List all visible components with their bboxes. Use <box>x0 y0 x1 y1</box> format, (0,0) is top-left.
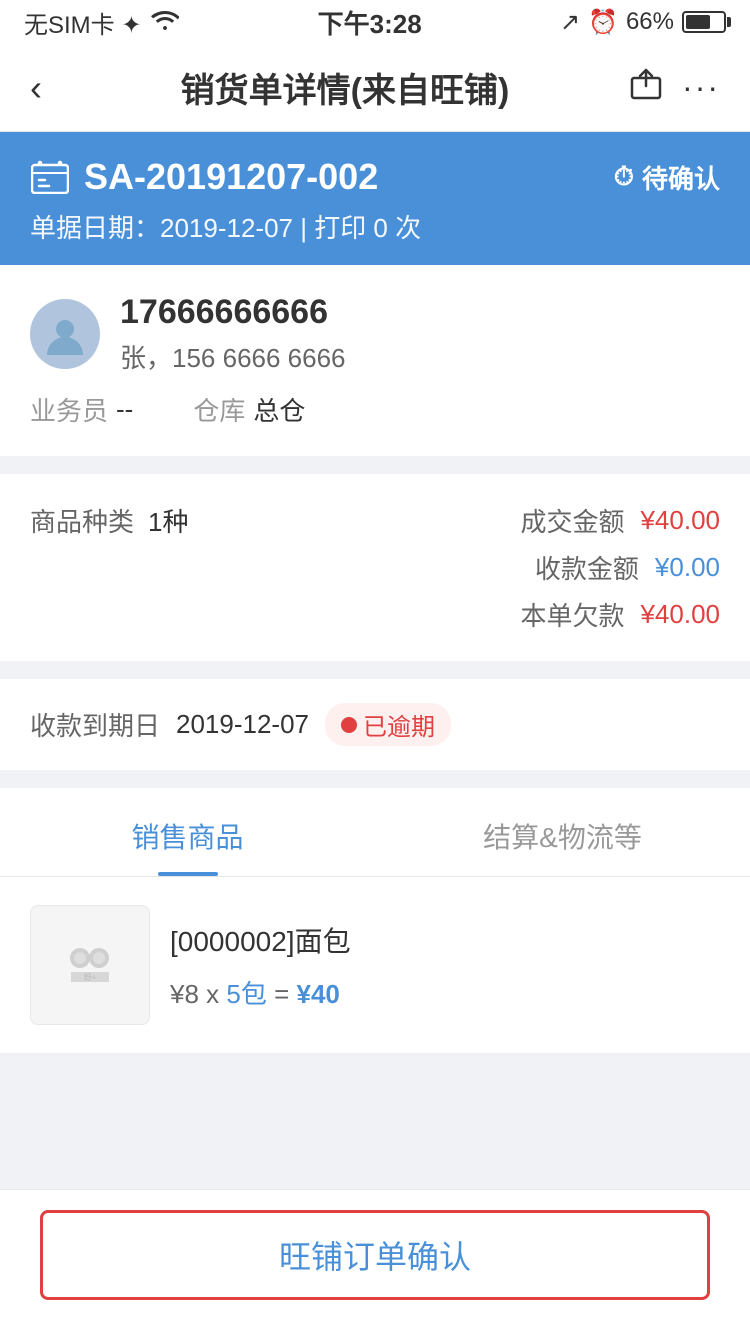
warehouse-label: 仓库 <box>193 391 245 428</box>
wifi-icon <box>151 8 179 37</box>
clock-icon: ⏱ <box>614 161 634 193</box>
owed-line: 本单欠款 ¥40.00 <box>520 596 720 633</box>
svg-text:野+: 野+ <box>84 973 97 982</box>
collection-line: 收款金额 ¥0.00 <box>535 549 720 586</box>
alarm-icon: ⏰ <box>588 8 618 37</box>
bottom-bar: 旺铺订单确认 <box>0 1189 750 1334</box>
salesperson-label: 业务员 <box>30 391 108 428</box>
collection-amount: ¥0.00 <box>655 552 720 583</box>
due-label: 收款到期日 <box>30 706 160 743</box>
order-icon <box>30 157 70 197</box>
transaction-label: 成交金额 <box>520 502 624 539</box>
meta-row: 业务员 -- 仓库 总仓 <box>30 391 720 428</box>
status-bar: 无SIM卡 ✦ 下午3:28 ↗ ⏰ 66% <box>0 0 750 44</box>
product-list: 野+ [0000002]面包 ¥8 x 5包 = ¥40 <box>0 877 750 1054</box>
product-types-label: 商品种类 <box>30 502 134 539</box>
transaction-line: 成交金额 ¥40.00 <box>520 502 720 539</box>
back-button[interactable]: ‹ <box>30 67 90 109</box>
sim-status: 无SIM卡 ✦ <box>24 5 141 40</box>
customer-name: 张，156 6666 6666 <box>120 338 720 375</box>
order-id-text: SA-20191207-002 <box>84 156 378 198</box>
battery-percent: 66% <box>626 8 674 36</box>
collection-label: 收款金额 <box>535 549 639 586</box>
status-badge: ⏱ 待确认 <box>614 159 720 196</box>
product-separator: = <box>274 979 296 1009</box>
status-right: ↗ ⏰ 66% <box>560 8 726 37</box>
amounts: 成交金额 ¥40.00 收款金额 ¥0.00 本单欠款 ¥40.00 <box>520 502 720 633</box>
confirm-button[interactable]: 旺铺订单确认 <box>40 1210 710 1300</box>
overdue-dot-icon <box>341 717 357 733</box>
status-time: 下午3:28 <box>318 4 422 41</box>
page-title: 销货单详情(来自旺铺) <box>90 63 600 112</box>
avatar <box>30 299 100 369</box>
table-row: 野+ [0000002]面包 ¥8 x 5包 = ¥40 <box>0 877 750 1054</box>
stats-section: 商品种类 1种 成交金额 ¥40.00 收款金额 ¥0.00 本单欠款 ¥40.… <box>0 474 750 661</box>
header-banner: SA-20191207-002 ⏱ 待确认 单据日期：2019-12-07 | … <box>0 132 750 265</box>
salesperson-item: 业务员 -- <box>30 391 133 428</box>
customer-info: 17666666666 张，156 6666 6666 <box>120 293 720 375</box>
nav-bar: ‹ 销货单详情(来自旺铺) ··· <box>0 44 750 132</box>
product-price-row: ¥8 x 5包 = ¥40 <box>170 974 720 1011</box>
owed-label: 本单欠款 <box>520 596 624 633</box>
owed-amount: ¥40.00 <box>640 599 720 630</box>
salesperson-value: -- <box>116 394 133 425</box>
transaction-amount: ¥40.00 <box>640 505 720 536</box>
customer-section: 17666666666 张，156 6666 6666 业务员 -- 仓库 总仓 <box>0 265 750 456</box>
due-section: 收款到期日 2019-12-07 已逾期 <box>0 679 750 770</box>
customer-row: 17666666666 张，156 6666 6666 <box>30 293 720 375</box>
order-date: 单据日期：2019-12-07 | 打印 0 次 <box>30 208 720 245</box>
warehouse-item: 仓库 总仓 <box>193 391 305 428</box>
tab-products-label: 销售商品 <box>131 822 243 853</box>
product-qty: 5包 <box>226 979 266 1009</box>
order-id-row: SA-20191207-002 ⏱ 待确认 <box>30 156 720 198</box>
product-info: [0000002]面包 ¥8 x 5包 = ¥40 <box>170 920 720 1011</box>
share-icon[interactable] <box>630 68 662 108</box>
product-price: ¥8 x <box>170 979 219 1009</box>
tab-settlement-label: 结算&物流等 <box>483 822 642 853</box>
location-icon: ↗ <box>560 8 580 37</box>
overdue-text: 已逾期 <box>363 707 435 742</box>
product-types: 商品种类 1种 <box>30 502 520 539</box>
nav-actions: ··· <box>600 68 720 108</box>
tabs-section: 销售商品 结算&物流等 <box>0 788 750 877</box>
due-date: 2019-12-07 <box>176 709 309 740</box>
product-thumbnail: 野+ <box>30 905 150 1025</box>
overdue-badge: 已逾期 <box>325 703 451 746</box>
more-icon[interactable]: ··· <box>682 69 720 106</box>
warehouse-value: 总仓 <box>253 391 305 428</box>
customer-phone: 17666666666 <box>120 293 720 332</box>
tab-settlement[interactable]: 结算&物流等 <box>375 788 750 876</box>
status-left: 无SIM卡 ✦ <box>24 5 179 40</box>
product-name: [0000002]面包 <box>170 920 720 960</box>
tab-products[interactable]: 销售商品 <box>0 788 375 876</box>
confirm-button-label: 旺铺订单确认 <box>279 1232 471 1278</box>
product-total: ¥40 <box>297 979 340 1009</box>
battery-icon <box>682 11 726 33</box>
product-types-value: 1种 <box>148 502 188 539</box>
